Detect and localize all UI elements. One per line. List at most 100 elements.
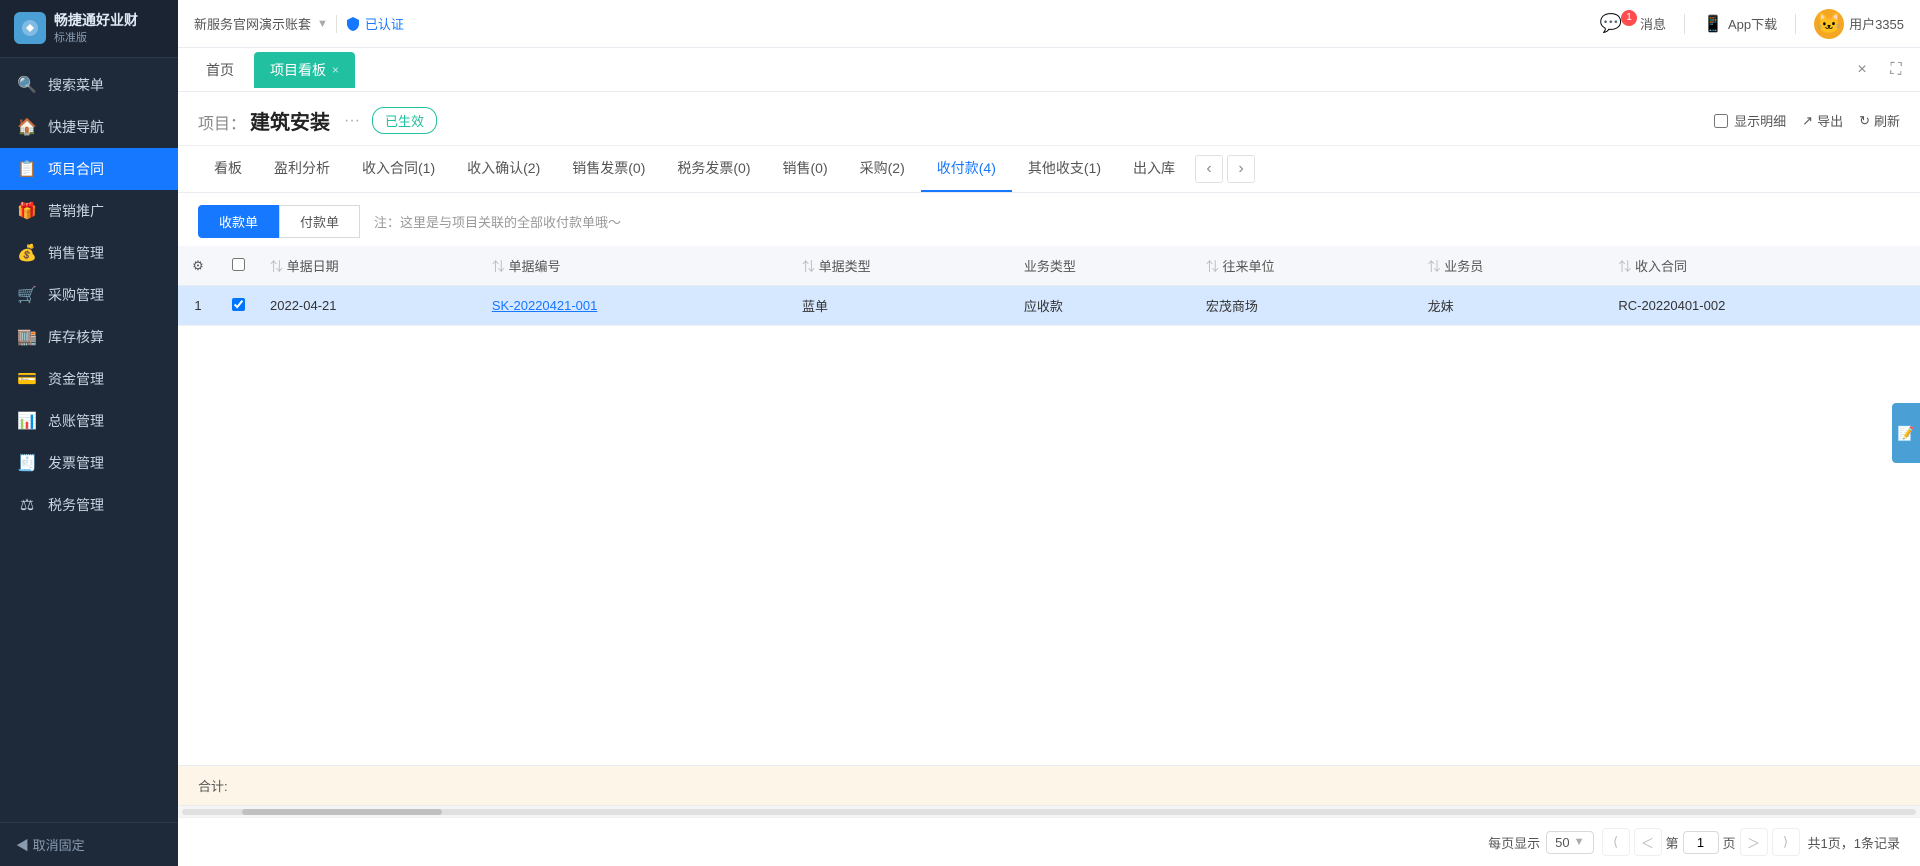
sidebar-item-marketing[interactable]: 🎁 营销推广 <box>0 190 178 232</box>
col-settings[interactable]: ⚙ <box>178 246 218 286</box>
right-panel-button[interactable]: 📝 <box>1892 403 1920 463</box>
show-detail-input[interactable] <box>1714 114 1728 128</box>
message-button[interactable]: 💬 1 消息 <box>1600 13 1666 34</box>
sidebar-item-label: 税务管理 <box>48 495 104 515</box>
avatar: 🐱 <box>1814 9 1844 39</box>
tab-home[interactable]: 首页 <box>190 52 250 88</box>
shield-icon <box>345 16 361 32</box>
next-page-icon: ＞ <box>1747 833 1760 852</box>
sidebar-item-ledger[interactable]: 📊 总账管理 <box>0 400 178 442</box>
row-salesman: 龙妹 <box>1416 286 1607 326</box>
gift-icon: 🎁 <box>16 201 38 221</box>
sidebar-item-project[interactable]: 📋 项目合同 <box>0 148 178 190</box>
header-right: 💬 1 消息 📱 App下载 🐱 用户3355 <box>1600 9 1904 39</box>
sidebar-item-sales[interactable]: 💰 销售管理 <box>0 232 178 274</box>
tab-project-board[interactable]: 项目看板 × <box>254 52 355 88</box>
username-label: 用户3355 <box>1849 14 1904 33</box>
scale-icon: ⚖ <box>16 495 38 515</box>
col-checkbox-header[interactable] <box>218 246 258 286</box>
refresh-button[interactable]: ↻ 刷新 <box>1859 111 1900 130</box>
export-label: 导出 <box>1817 111 1843 130</box>
row-checkbox[interactable] <box>218 286 258 326</box>
subnav-sales-invoice-label: 销售发票(0) <box>572 160 645 176</box>
subnav-tax-invoice[interactable]: 税务发票(0) <box>661 146 766 192</box>
scroll-thumb[interactable] <box>242 809 442 815</box>
sidebar-unpin[interactable]: ◀ 取消固定 <box>0 822 178 866</box>
receipt-icon: 🧾 <box>16 453 38 473</box>
subnav-income-contract-label: 收入合同(1) <box>362 160 435 176</box>
subnav-inout[interactable]: 出入库 <box>1117 146 1191 192</box>
page-size-selector: 每页显示 50 ▼ <box>1488 831 1593 854</box>
col-biz-type: 业务类型 <box>1012 246 1194 286</box>
account-selector[interactable]: 新服务官网演示账套 ▼ <box>194 14 328 33</box>
sidebar-item-tax[interactable]: ⚖ 税务管理 <box>0 484 178 526</box>
subnav-kanban[interactable]: 看板 <box>198 146 258 192</box>
page-info: 第 页 <box>1666 831 1736 854</box>
window-controls: × ⛶ <box>1850 58 1908 82</box>
sidebar-item-quicknav[interactable]: 🏠 快捷导航 <box>0 106 178 148</box>
subnav-sales-invoice[interactable]: 销售发票(0) <box>556 146 661 192</box>
subnav-payment[interactable]: 收付款(4) <box>921 146 1012 192</box>
subnav-income-contract[interactable]: 收入合同(1) <box>346 146 451 192</box>
document-link[interactable]: SK-20220421-001 <box>492 298 598 313</box>
sidebar-item-finance[interactable]: 💳 资金管理 <box>0 358 178 400</box>
last-page-button[interactable]: ⟩ <box>1772 828 1800 856</box>
select-all-checkbox[interactable] <box>232 258 245 271</box>
export-icon: ↗ <box>1802 113 1813 129</box>
sidebar-item-label: 销售管理 <box>48 243 104 263</box>
subnav-tax-invoice-label: 税务发票(0) <box>677 160 750 176</box>
first-page-button[interactable]: ⟨ <box>1602 828 1630 856</box>
page-number-input[interactable] <box>1683 831 1719 854</box>
table-row[interactable]: 1 2022-04-21 SK-20220421-001 蓝单 应收款 宏茂商场… <box>178 286 1920 326</box>
sidebar-item-invoice[interactable]: 🧾 发票管理 <box>0 442 178 484</box>
sort-icon: ⇅ <box>1428 259 1445 274</box>
top-header: 新服务官网演示账套 ▼ 已认证 💬 1 消息 📱 App下载 <box>178 0 1920 48</box>
more-options-icon[interactable]: ··· <box>344 112 360 130</box>
maximize-button[interactable]: ⛶ <box>1884 58 1908 82</box>
row-date: 2022-04-21 <box>258 286 480 326</box>
next-page-button[interactable]: ＞ <box>1740 828 1768 856</box>
sidebar-item-label: 搜索菜单 <box>48 75 104 95</box>
subnav-income-confirm[interactable]: 收入确认(2) <box>451 146 556 192</box>
user-profile-button[interactable]: 🐱 用户3355 <box>1814 9 1904 39</box>
subnav-next-arrow[interactable]: › <box>1227 155 1255 183</box>
scroll-track[interactable] <box>182 809 1916 815</box>
sidebar-item-search[interactable]: 🔍 搜索菜单 <box>0 64 178 106</box>
subnav-prev-arrow[interactable]: ‹ <box>1195 155 1223 183</box>
subnav-other[interactable]: 其他收支(1) <box>1012 146 1117 192</box>
page-size-select-box[interactable]: 50 ▼ <box>1546 831 1593 854</box>
message-icon: 💬 <box>1600 13 1622 34</box>
sidebar-item-label: 采购管理 <box>48 285 104 305</box>
message-label: 消息 <box>1640 14 1666 33</box>
total-records-info: 共1页，1条记录 <box>1808 833 1900 852</box>
row-type: 蓝单 <box>790 286 1012 326</box>
prev-page-button[interactable]: ＜ <box>1634 828 1662 856</box>
sidebar-item-label: 库存核算 <box>48 327 104 347</box>
subnav-sales[interactable]: 销售(0) <box>767 146 844 192</box>
show-detail-checkbox[interactable]: 显示明细 <box>1714 111 1786 130</box>
col-salesman: ⇅ 业务员 <box>1416 246 1607 286</box>
money-icon: 💰 <box>16 243 38 263</box>
row-select-checkbox[interactable] <box>232 298 245 311</box>
settings-icon[interactable]: ⚙ <box>192 258 204 273</box>
project-prefix: 项目： <box>198 116 246 133</box>
col-contract: ⇅ 收入合同 <box>1606 246 1920 286</box>
sub-nav: 看板 盈利分析 收入合同(1) 收入确认(2) 销售发票(0) 税务发票(0) … <box>178 146 1920 193</box>
last-page-icon: ⟩ <box>1783 834 1788 850</box>
subnav-profit[interactable]: 盈利分析 <box>258 146 346 192</box>
subnav-income-confirm-label: 收入确认(2) <box>467 160 540 176</box>
subnav-purchase[interactable]: 采购(2) <box>844 146 921 192</box>
app-download-button[interactable]: 📱 App下载 <box>1703 14 1777 34</box>
page-size-value: 50 <box>1555 835 1569 850</box>
mobile-icon: 📱 <box>1703 14 1723 34</box>
close-button[interactable]: × <box>1850 58 1874 82</box>
sidebar-item-inventory[interactable]: 🏬 库存核算 <box>0 316 178 358</box>
app-download-label: App下载 <box>1728 14 1777 33</box>
receipt-toggle-btn[interactable]: 收款单 <box>198 205 279 238</box>
sidebar-item-purchase[interactable]: 🛒 采购管理 <box>0 274 178 316</box>
row-number[interactable]: SK-20220421-001 <box>480 286 790 326</box>
sidebar-item-label: 快捷导航 <box>48 117 104 137</box>
export-button[interactable]: ↗ 导出 <box>1802 111 1843 130</box>
payment-toggle-btn[interactable]: 付款单 <box>279 205 360 238</box>
tab-close-icon[interactable]: × <box>332 63 339 77</box>
